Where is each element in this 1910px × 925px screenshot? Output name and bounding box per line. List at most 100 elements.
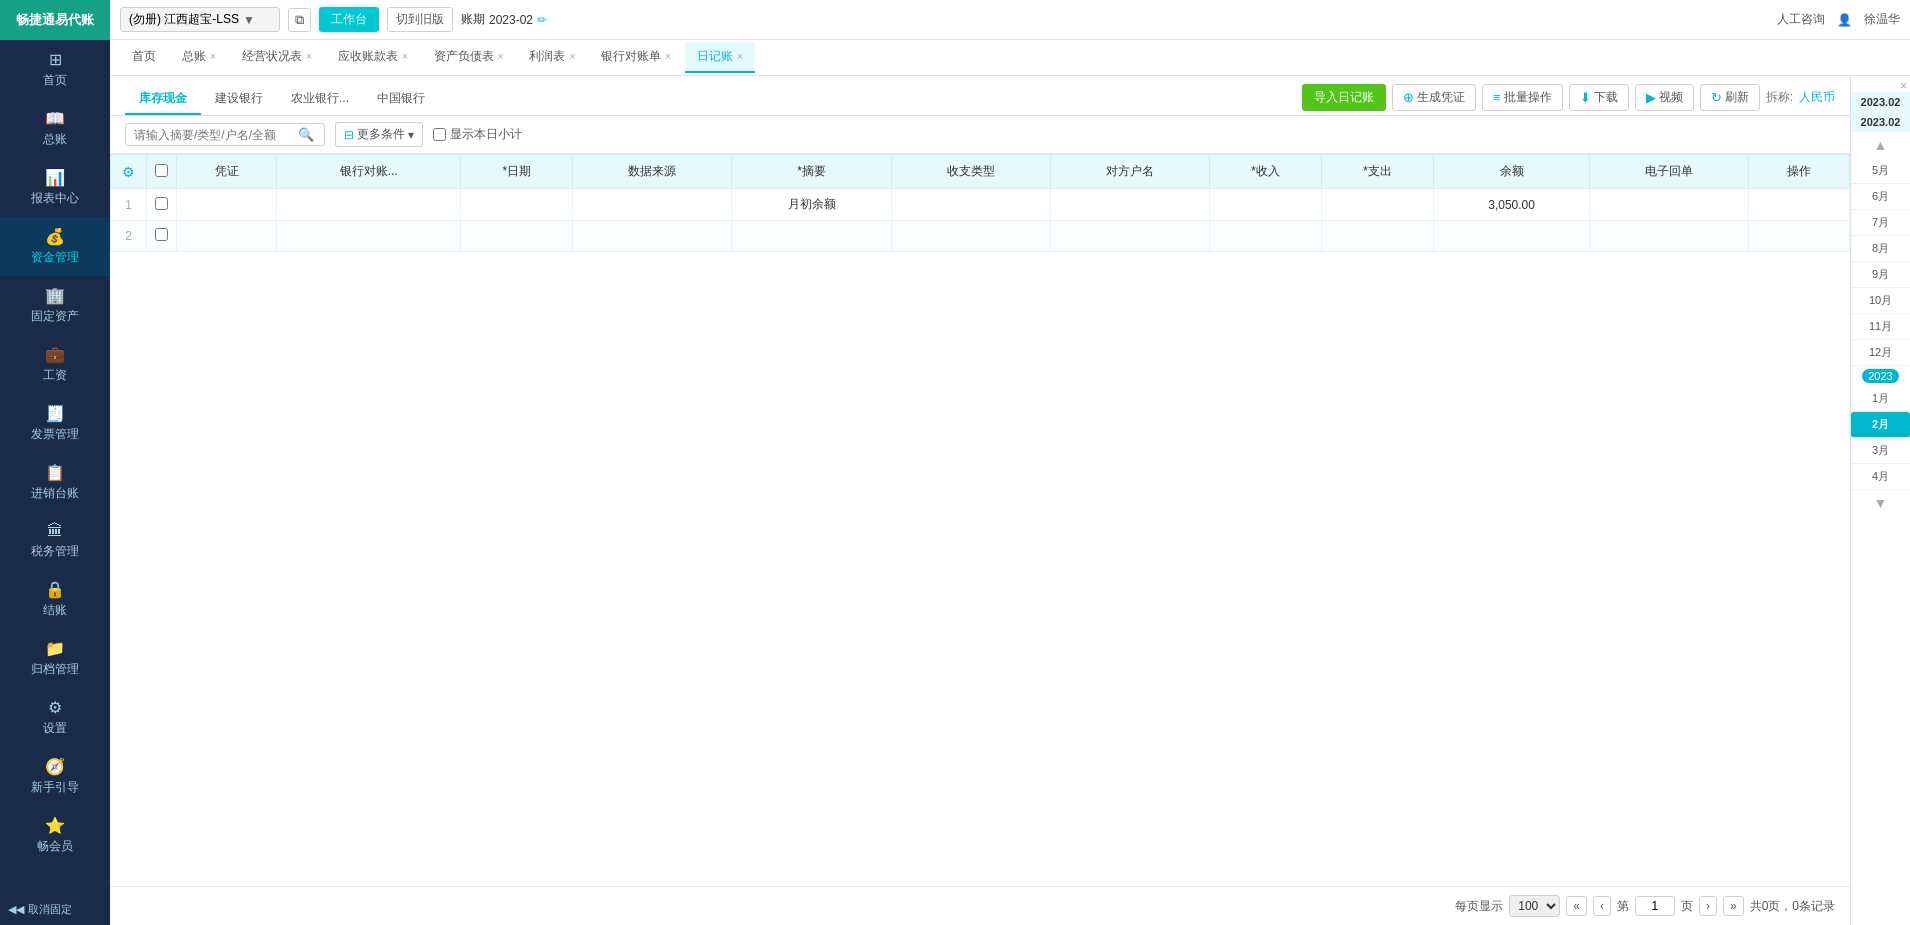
show-daily-checkbox-label[interactable]: 显示本日小计 bbox=[433, 126, 522, 143]
batch-op-button[interactable]: ≡ 批量操作 bbox=[1482, 84, 1563, 111]
sidebar-item-settings[interactable]: ⚙ 设置 bbox=[0, 688, 110, 747]
sidebar-item-invoice[interactable]: 🧾 发票管理 bbox=[0, 394, 110, 453]
calendar-year-header-1[interactable]: 2023.02 bbox=[1851, 92, 1910, 112]
more-filter-button[interactable]: ⊟ 更多条件 ▾ bbox=[335, 122, 423, 147]
company-selector[interactable]: (勿册) 江西超宝-LSS ▼ bbox=[120, 7, 280, 32]
tab-bank-statement[interactable]: 银行对账单 × bbox=[589, 42, 683, 73]
search-icon[interactable]: 🔍 bbox=[298, 127, 314, 142]
cal-month-8[interactable]: 8月 bbox=[1851, 236, 1910, 262]
sidebar-item-assets[interactable]: 🏢 固定资产 bbox=[0, 276, 110, 335]
first-page-button[interactable]: « bbox=[1566, 896, 1587, 916]
sidebar-item-label: 发票管理 bbox=[31, 426, 79, 443]
import-journal-button[interactable]: 导入日记账 bbox=[1302, 84, 1386, 111]
cal-month-10[interactable]: 10月 bbox=[1851, 288, 1910, 314]
col-settings[interactable]: ⚙ bbox=[111, 155, 147, 189]
tab-ledger[interactable]: 总账 × bbox=[170, 42, 228, 73]
tab-close-icon[interactable]: × bbox=[569, 51, 575, 62]
bank-tab-cash[interactable]: 库存现金 bbox=[125, 84, 201, 115]
bank-tab-construction[interactable]: 建设银行 bbox=[201, 84, 277, 115]
bank-tab-label: 中国银行 bbox=[377, 91, 425, 105]
cal-month-5[interactable]: 5月 bbox=[1851, 158, 1910, 184]
tab-business[interactable]: 经营状况表 × bbox=[230, 42, 324, 73]
tab-close-icon[interactable]: × bbox=[665, 51, 671, 62]
row-select-checkbox[interactable] bbox=[155, 228, 168, 241]
cal-month-7[interactable]: 7月 bbox=[1851, 210, 1910, 236]
cal-month-2-active[interactable]: 2月 bbox=[1851, 412, 1910, 438]
sidebar-item-salary[interactable]: 💼 工资 bbox=[0, 335, 110, 394]
page-number-input[interactable] bbox=[1635, 896, 1675, 916]
row-select-checkbox[interactable] bbox=[155, 197, 168, 210]
calendar-year-header-2[interactable]: 2023.02 bbox=[1851, 112, 1910, 132]
currency-value[interactable]: 人民币 bbox=[1799, 89, 1835, 106]
period-edit-icon[interactable]: ✏ bbox=[537, 13, 547, 27]
sidebar-item-archive[interactable]: 📁 归档管理 bbox=[0, 629, 110, 688]
sidebar-item-vip[interactable]: ⭐ 畅会员 bbox=[0, 806, 110, 865]
sidebar-item-tax[interactable]: 🏛 税务管理 bbox=[0, 512, 110, 570]
tab-bar: 首页 总账 × 经营状况表 × 应收账款表 × 资产负债表 × 利润表 × 银行… bbox=[110, 40, 1910, 76]
bank-tab-china[interactable]: 中国银行 bbox=[363, 84, 439, 115]
cal-month-6[interactable]: 6月 bbox=[1851, 184, 1910, 210]
cal-prev-button[interactable]: ▲ bbox=[1851, 132, 1910, 158]
cal-month-12[interactable]: 12月 bbox=[1851, 340, 1910, 366]
sidebar-item-home[interactable]: ⊞ 首页 bbox=[0, 40, 110, 99]
close-calendar-button[interactable]: × bbox=[1900, 79, 1907, 93]
search-input[interactable] bbox=[134, 128, 294, 142]
sidebar-item-guide[interactable]: 🧭 新手引导 bbox=[0, 747, 110, 806]
refresh-button[interactable]: ↻ 刷新 bbox=[1700, 84, 1760, 111]
row-checkbox[interactable] bbox=[147, 221, 177, 252]
col-checkbox[interactable] bbox=[147, 155, 177, 189]
workbench-button[interactable]: 工作台 bbox=[319, 7, 379, 32]
next-page-button[interactable]: › bbox=[1699, 896, 1717, 916]
sidebar-item-close[interactable]: 🔒 结账 bbox=[0, 570, 110, 629]
old-version-button[interactable]: 切到旧版 bbox=[387, 7, 453, 32]
cal-month-9[interactable]: 9月 bbox=[1851, 262, 1910, 288]
tab-receivable[interactable]: 应收账款表 × bbox=[326, 42, 420, 73]
cal-next-button[interactable]: ▼ bbox=[1851, 490, 1910, 516]
cal-month-11[interactable]: 11月 bbox=[1851, 314, 1910, 340]
col-bank-match: 银行对账... bbox=[277, 155, 461, 189]
settings-icon: ⚙ bbox=[48, 698, 62, 717]
cell-balance: 3,050.00 bbox=[1434, 189, 1590, 221]
filter-icon: ⊟ bbox=[344, 128, 354, 142]
per-page-select[interactable]: 100 50 200 bbox=[1509, 895, 1560, 917]
tab-profit[interactable]: 利润表 × bbox=[517, 42, 587, 73]
capital-icon: 💰 bbox=[45, 227, 65, 246]
cal-month-1[interactable]: 1月 bbox=[1851, 386, 1910, 412]
sidebar-item-reports[interactable]: 📊 报表中心 bbox=[0, 158, 110, 217]
download-button[interactable]: ⬇ 下载 bbox=[1569, 84, 1629, 111]
refresh-label: 刷新 bbox=[1725, 89, 1749, 106]
show-daily-checkbox[interactable] bbox=[433, 128, 446, 141]
prev-page-button[interactable]: ‹ bbox=[1593, 896, 1611, 916]
cell-balance bbox=[1434, 221, 1590, 252]
cal-month-4[interactable]: 4月 bbox=[1851, 464, 1910, 490]
tab-close-icon[interactable]: × bbox=[402, 51, 408, 62]
tab-home[interactable]: 首页 bbox=[120, 42, 168, 73]
tab-journal[interactable]: 日记账 × bbox=[685, 42, 755, 73]
col-voucher: 凭证 bbox=[177, 155, 277, 189]
generate-voucher-button[interactable]: ⊕ 生成凭证 bbox=[1392, 84, 1476, 111]
consultant-label[interactable]: 人工咨询 bbox=[1777, 11, 1825, 28]
tab-close-icon[interactable]: × bbox=[498, 51, 504, 62]
cell-action bbox=[1749, 189, 1850, 221]
home-icon: ⊞ bbox=[49, 50, 62, 69]
company-name: (勿册) 江西超宝-LSS bbox=[129, 11, 239, 28]
tab-close-icon[interactable]: × bbox=[737, 51, 743, 62]
select-all-checkbox[interactable] bbox=[155, 164, 168, 177]
copy-button[interactable]: ⧉ bbox=[288, 8, 311, 32]
unpin-button[interactable]: ◀◀ 取消固定 bbox=[0, 894, 110, 925]
view-button[interactable]: ▶ 视频 bbox=[1635, 84, 1694, 111]
sidebar-item-sales[interactable]: 📋 进销台账 bbox=[0, 453, 110, 512]
content-area: 库存现金 建设银行 农业银行... 中国银行 导入日记账 ⊕ 生成凭证 bbox=[110, 76, 1910, 925]
tab-balance-sheet[interactable]: 资产负债表 × bbox=[422, 42, 516, 73]
tab-close-icon[interactable]: × bbox=[306, 51, 312, 62]
last-page-button[interactable]: » bbox=[1723, 896, 1744, 916]
sidebar-item-ledger[interactable]: 📖 总账 bbox=[0, 99, 110, 158]
cal-month-3[interactable]: 3月 bbox=[1851, 438, 1910, 464]
batch-op-label: 批量操作 bbox=[1504, 89, 1552, 106]
bank-tab-agriculture[interactable]: 农业银行... bbox=[277, 84, 363, 115]
archive-icon: 📁 bbox=[45, 639, 65, 658]
tab-close-icon[interactable]: × bbox=[210, 51, 216, 62]
row-checkbox[interactable] bbox=[147, 189, 177, 221]
user-name[interactable]: 徐温华 bbox=[1864, 11, 1900, 28]
sidebar-item-capital[interactable]: 💰 资金管理 bbox=[0, 217, 110, 276]
